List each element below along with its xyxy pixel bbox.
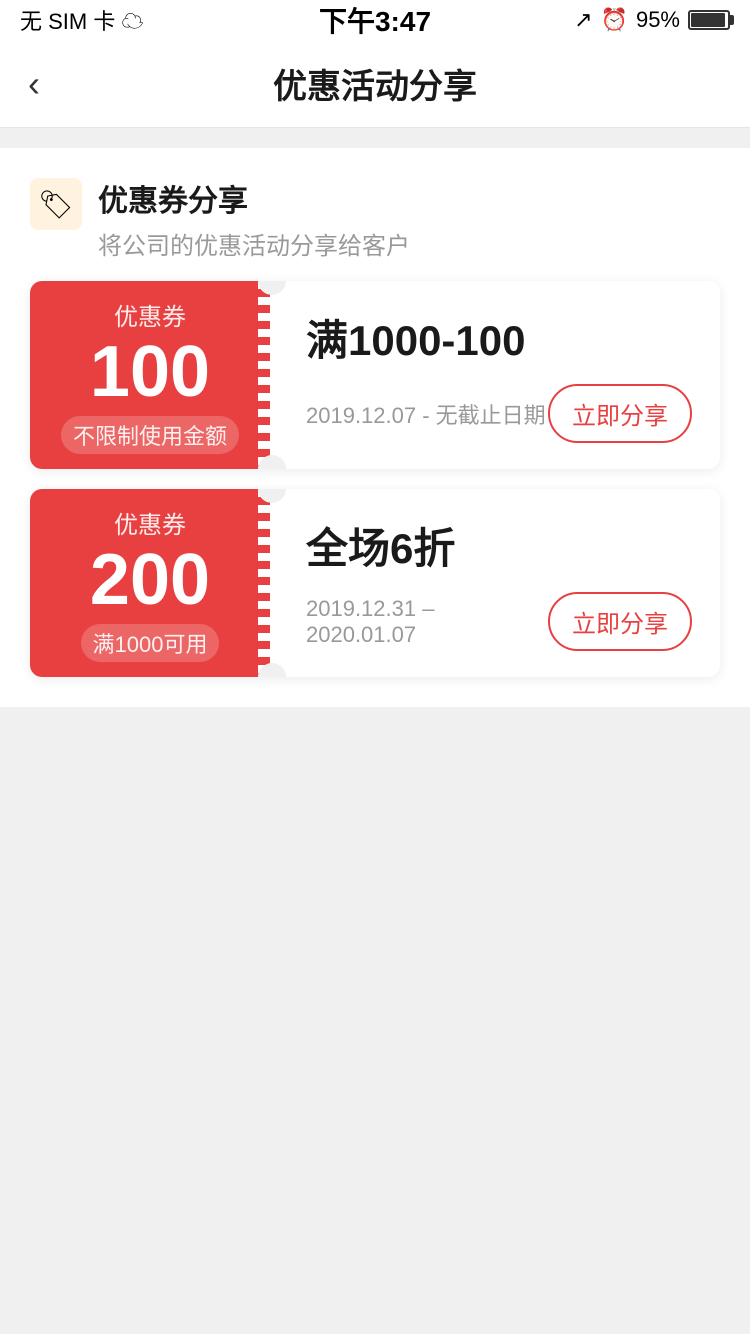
coupon-left-1: 优惠券 100 不限制使用金额 xyxy=(30,281,270,469)
alarm-icon: ⏰ xyxy=(601,7,628,33)
status-time: 下午3:47 xyxy=(319,0,431,40)
coupon-type-2: 优惠券 xyxy=(114,505,186,540)
section-text: 优惠券分享 将公司的优惠活动分享给客户 xyxy=(98,176,410,261)
coupon-date-1: 2019.12.07 - 无截止日期 xyxy=(306,398,546,430)
status-left: 无 SIM 卡 ☁ xyxy=(20,4,143,36)
coupon-name-2: 全场6折 xyxy=(306,515,692,576)
share-button-2[interactable]: 立即分享 xyxy=(548,592,692,651)
coupon-amount-1: 100 xyxy=(90,336,210,408)
location-icon: ↗ xyxy=(574,7,592,33)
coupon-condition-2: 满1000可用 xyxy=(81,624,220,662)
sim-label: 无 SIM 卡 ☁ xyxy=(20,4,143,36)
coupon-card-1: 优惠券 100 不限制使用金额 满1000-100 2019.12.07 - 无… xyxy=(30,281,720,469)
top-divider xyxy=(0,128,750,148)
coupon-type-1: 优惠券 xyxy=(114,297,186,332)
coupon-right-1: 满1000-100 2019.12.07 - 无截止日期 立即分享 xyxy=(270,281,720,469)
status-bar: 无 SIM 卡 ☁ 下午3:47 ↗ ⏰ 95% xyxy=(0,0,750,40)
status-right: ↗ ⏰ 95% xyxy=(574,7,730,33)
page-title: 优惠活动分享 xyxy=(273,59,477,108)
coupon-bottom-1: 2019.12.07 - 无截止日期 立即分享 xyxy=(306,384,692,443)
coupon-icon: 🏷 xyxy=(30,178,82,230)
coupon-left-2: 优惠券 200 满1000可用 xyxy=(30,489,270,677)
coupon-list: 优惠券 100 不限制使用金额 满1000-100 2019.12.07 - 无… xyxy=(0,281,750,707)
coupon-date-2: 2019.12.31 – 2020.01.07 xyxy=(306,596,548,648)
coupon-condition-1: 不限制使用金额 xyxy=(61,416,239,454)
battery-pct: 95% xyxy=(636,7,680,33)
coupon-bottom-2: 2019.12.31 – 2020.01.07 立即分享 xyxy=(306,592,692,651)
section-title: 优惠券分享 xyxy=(98,176,410,220)
coupon-amount-2: 200 xyxy=(90,544,210,616)
coupon-right-2: 全场6折 2019.12.31 – 2020.01.07 立即分享 xyxy=(270,489,720,677)
coupon-card-2: 优惠券 200 满1000可用 全场6折 2019.12.31 – 2020.0… xyxy=(30,489,720,677)
section-header: 🏷 优惠券分享 将公司的优惠活动分享给客户 xyxy=(0,148,750,281)
nav-bar: ‹ 优惠活动分享 xyxy=(0,40,750,128)
share-button-1[interactable]: 立即分享 xyxy=(548,384,692,443)
coupon-name-1: 满1000-100 xyxy=(306,307,692,368)
section-subtitle: 将公司的优惠活动分享给客户 xyxy=(98,226,410,261)
bottom-area xyxy=(0,707,750,1307)
back-button[interactable]: ‹ xyxy=(28,63,40,105)
battery-icon xyxy=(688,10,730,30)
